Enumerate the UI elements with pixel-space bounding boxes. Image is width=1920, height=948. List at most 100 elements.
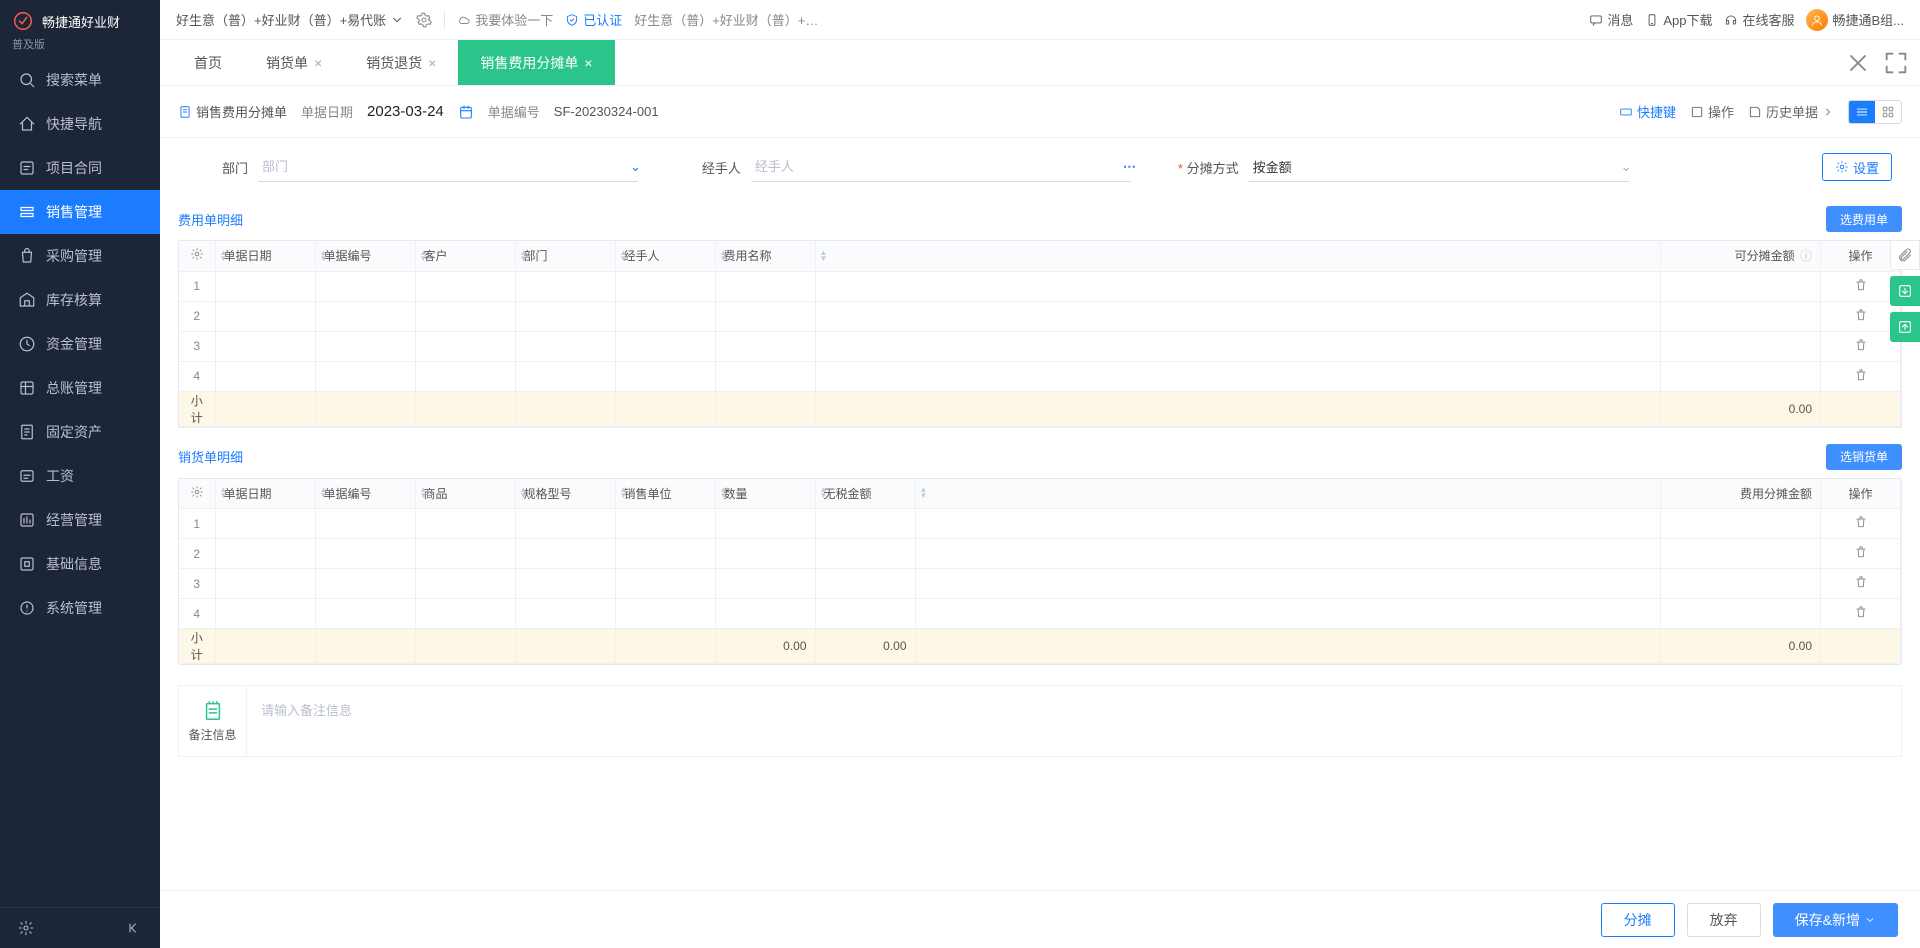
tab-label: 销货单 xyxy=(266,53,308,73)
history-icon xyxy=(1748,105,1762,119)
sidebar-item-label: 库存核算 xyxy=(46,290,102,310)
fullscreen-button[interactable] xyxy=(1882,49,1910,77)
product-combo[interactable]: 好生意（普）+好业财（普）+易代账 xyxy=(176,10,404,29)
gear-icon xyxy=(1835,160,1849,174)
sidebar-item-10[interactable]: 经营管理 xyxy=(0,498,160,542)
trash-icon[interactable] xyxy=(1854,338,1868,352)
user-menu[interactable]: 畅捷通B组... xyxy=(1806,9,1904,31)
trash-icon[interactable] xyxy=(1854,515,1868,529)
gear-icon[interactable] xyxy=(190,247,204,261)
more-icon[interactable]: ⋯ xyxy=(1123,159,1138,175)
trash-icon[interactable] xyxy=(1854,605,1868,619)
menu-icon xyxy=(18,555,36,573)
sidebar-item-11[interactable]: 基础信息 xyxy=(0,542,160,586)
trash-icon[interactable] xyxy=(1854,368,1868,382)
sidebar-item-2[interactable]: 项目合同 xyxy=(0,146,160,190)
sidebar-item-4[interactable]: 采购管理 xyxy=(0,234,160,278)
chevron-down-icon[interactable]: ⌄ xyxy=(1621,159,1632,175)
table-row[interactable]: 4 xyxy=(179,361,1901,391)
doc-date-value[interactable]: 2023-03-24 xyxy=(367,103,444,120)
remarks-block: 备注信息 xyxy=(178,685,1902,757)
trash-icon[interactable] xyxy=(1854,575,1868,589)
dept-input[interactable] xyxy=(258,152,638,182)
table-row[interactable]: 2 xyxy=(179,539,1901,569)
close-icon[interactable]: × xyxy=(314,55,322,71)
sidebar-item-0[interactable]: 搜索菜单 xyxy=(0,58,160,102)
sales-section: 销货单明细 选销货单 ▲▼单据日期▲▼单据编号▲▼商品▲▼规格型号▲▼销售单位▲… xyxy=(160,438,1920,676)
calendar-icon[interactable] xyxy=(458,104,474,120)
close-icon xyxy=(1844,49,1872,77)
expense-section-title: 费用单明细 xyxy=(178,210,243,229)
close-icon[interactable]: × xyxy=(584,55,592,71)
attachment-button[interactable] xyxy=(1890,240,1920,270)
menu-icon xyxy=(18,71,36,89)
method-input[interactable] xyxy=(1249,152,1629,182)
remarks-label: 备注信息 xyxy=(179,686,247,756)
table-row[interactable]: 1 xyxy=(179,271,1901,301)
sidebar-item-3[interactable]: 销售管理 xyxy=(0,190,160,234)
shortcut-button[interactable]: 快捷键 xyxy=(1619,102,1676,121)
gear-icon[interactable] xyxy=(416,12,432,28)
view-toggle xyxy=(1848,100,1902,124)
tab-1[interactable]: 销货单 × xyxy=(244,40,344,85)
sidebar-item-12[interactable]: 系统管理 xyxy=(0,586,160,630)
settings-button[interactable]: 设置 xyxy=(1822,153,1892,181)
settings-icon[interactable] xyxy=(18,920,34,936)
tab-3[interactable]: 销售费用分摊单× xyxy=(458,40,614,85)
chevron-down-icon xyxy=(390,13,404,27)
tab-2[interactable]: 销货退货× xyxy=(344,40,458,85)
chevron-down-icon[interactable]: ⌄ xyxy=(630,159,641,175)
sidebar-item-6[interactable]: 资金管理 xyxy=(0,322,160,366)
method-field: 分摊方式 ⌄ xyxy=(1178,152,1632,182)
shield-icon xyxy=(565,13,579,27)
brand: 畅捷通好业财 xyxy=(0,0,160,36)
support-link[interactable]: 在线客服 xyxy=(1724,10,1794,29)
ops-icon xyxy=(1690,105,1704,119)
trash-icon[interactable] xyxy=(1854,545,1868,559)
table-row[interactable]: 3 xyxy=(179,569,1901,599)
save-new-button[interactable]: 保存&新增 xyxy=(1773,903,1898,937)
view-list-button[interactable] xyxy=(1849,101,1875,123)
table-row[interactable]: 3 xyxy=(179,331,1901,361)
allocate-button[interactable]: 分摊 xyxy=(1601,903,1675,937)
close-all-tabs-button[interactable] xyxy=(1844,49,1872,77)
ops-button[interactable]: 操作 xyxy=(1690,102,1734,121)
note-icon xyxy=(202,700,224,722)
menu-icon xyxy=(18,379,36,397)
cloud-icon xyxy=(457,13,471,27)
history-button[interactable]: 历史单据 xyxy=(1748,102,1834,121)
trash-icon[interactable] xyxy=(1854,278,1868,292)
sidebar-item-5[interactable]: 库存核算 xyxy=(0,278,160,322)
sidebar-item-7[interactable]: 总账管理 xyxy=(0,366,160,410)
remarks-input[interactable] xyxy=(247,686,1901,756)
table-row[interactable]: 4 xyxy=(179,599,1901,629)
trash-icon[interactable] xyxy=(1854,308,1868,322)
view-grid-button[interactable] xyxy=(1875,101,1901,123)
sidebar-item-8[interactable]: 固定资产 xyxy=(0,410,160,454)
select-expense-button[interactable]: 选费用单 xyxy=(1826,206,1902,232)
select-sales-button[interactable]: 选销货单 xyxy=(1826,444,1902,470)
import-button[interactable] xyxy=(1890,276,1920,306)
main-column: 好生意（普）+好业财（普）+易代账 我要体验一下 已认证 好生意（普）+好业财（… xyxy=(160,0,1920,948)
discard-button[interactable]: 放弃 xyxy=(1687,903,1761,937)
table-row[interactable]: 1 xyxy=(179,509,1901,539)
table-row[interactable]: 2 xyxy=(179,301,1901,331)
tab-0[interactable]: 首页 xyxy=(172,40,244,85)
app-download-link[interactable]: App下载 xyxy=(1645,10,1712,29)
messages-link[interactable]: 消息 xyxy=(1589,10,1633,29)
export-button[interactable] xyxy=(1890,312,1920,342)
sidebar-item-label: 搜索菜单 xyxy=(46,70,102,90)
close-icon[interactable]: × xyxy=(428,55,436,71)
sidebar-item-label: 快捷导航 xyxy=(46,114,102,134)
user-label: 畅捷通B组... xyxy=(1832,10,1904,29)
verified-badge[interactable]: 已认证 xyxy=(565,10,622,29)
handler-input[interactable] xyxy=(751,152,1131,182)
try-link[interactable]: 我要体验一下 xyxy=(457,10,553,29)
menu-icon xyxy=(18,599,36,617)
sidebar-item-label: 系统管理 xyxy=(46,598,102,618)
sidebar-item-9[interactable]: 工资 xyxy=(0,454,160,498)
gear-icon[interactable] xyxy=(190,485,204,499)
collapse-icon[interactable] xyxy=(126,920,142,936)
sidebar-item-1[interactable]: 快捷导航 xyxy=(0,102,160,146)
menu-icon xyxy=(18,203,36,221)
